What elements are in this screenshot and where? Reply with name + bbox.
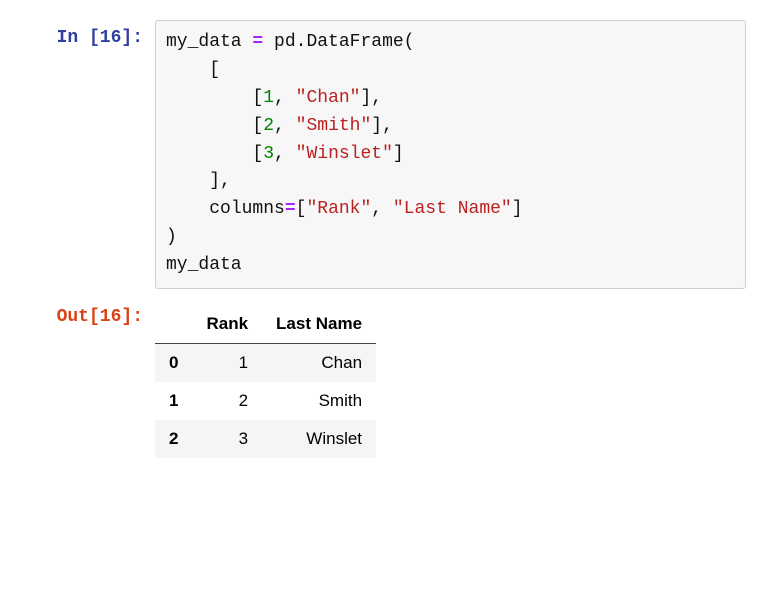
- output-area: Rank Last Name 0 1 Chan 1 2 Smith 2 3: [155, 299, 746, 458]
- table-col-header: Rank: [192, 305, 262, 344]
- table-cell: 2: [192, 382, 262, 420]
- code-lbrack: [: [209, 60, 220, 80]
- code-comma: ,: [371, 199, 382, 219]
- code-ctor: DataFrame: [306, 32, 403, 52]
- code-lbrack: [: [252, 88, 263, 108]
- code-str: "Rank": [306, 199, 371, 219]
- table-cell: Smith: [262, 382, 376, 420]
- output-prompt: Out[16]:: [20, 299, 155, 458]
- code-comma: ,: [382, 116, 393, 136]
- table-header-row: Rank Last Name: [155, 305, 376, 344]
- table-index-cell: 0: [155, 344, 192, 383]
- code-num: 2: [263, 116, 274, 136]
- table-cell: Winslet: [262, 420, 376, 458]
- table-row: 0 1 Chan: [155, 344, 376, 383]
- code-dot: .: [296, 32, 307, 52]
- table-row: 1 2 Smith: [155, 382, 376, 420]
- code-columns-kw: columns: [209, 199, 285, 219]
- code-rbrack: ]: [360, 88, 371, 108]
- code-str: "Chan": [296, 88, 361, 108]
- code-lbrack: [: [252, 144, 263, 164]
- table-col-header: Last Name: [262, 305, 376, 344]
- code-str: "Winslet": [296, 144, 393, 164]
- code-num: 3: [263, 144, 274, 164]
- table-cell: Chan: [262, 344, 376, 383]
- table-cell: 3: [192, 420, 262, 458]
- code-rbrack: ]: [393, 144, 404, 164]
- code-lbrack: [: [296, 199, 307, 219]
- code-eq2: =: [285, 199, 296, 219]
- output-cell: Out[16]: Rank Last Name 0 1 Chan 1 2: [20, 299, 746, 458]
- code-rbrack: ]: [512, 199, 523, 219]
- code-comma: ,: [274, 88, 285, 108]
- code-pd: pd: [274, 32, 296, 52]
- code-comma: ,: [274, 144, 285, 164]
- dataframe-table: Rank Last Name 0 1 Chan 1 2 Smith 2 3: [155, 305, 376, 458]
- code-var: my_data: [166, 32, 242, 52]
- table-index-cell: 1: [155, 382, 192, 420]
- code-echo: my_data: [166, 255, 242, 275]
- code-num: 1: [263, 88, 274, 108]
- code-comma: ,: [371, 88, 382, 108]
- input-prompt: In [16]:: [20, 20, 155, 289]
- code-open: (: [404, 32, 415, 52]
- table-index-header: [155, 305, 192, 344]
- input-cell: In [16]: my_data = pd.DataFrame( [ [1, "…: [20, 20, 746, 289]
- code-comma: ,: [274, 116, 285, 136]
- code-block[interactable]: my_data = pd.DataFrame( [ [1, "Chan"], […: [155, 20, 746, 289]
- table-row: 2 3 Winslet: [155, 420, 376, 458]
- code-str: "Smith": [296, 116, 372, 136]
- table-index-cell: 2: [155, 420, 192, 458]
- code-close: ): [166, 227, 177, 247]
- code-lbrack: [: [252, 116, 263, 136]
- table-cell: 1: [192, 344, 262, 383]
- code-comma: ,: [220, 171, 231, 191]
- code-str: "Last Name": [393, 199, 512, 219]
- code-rbrack: ]: [371, 116, 382, 136]
- code-eq: =: [242, 32, 274, 52]
- code-rbrack: ]: [209, 171, 220, 191]
